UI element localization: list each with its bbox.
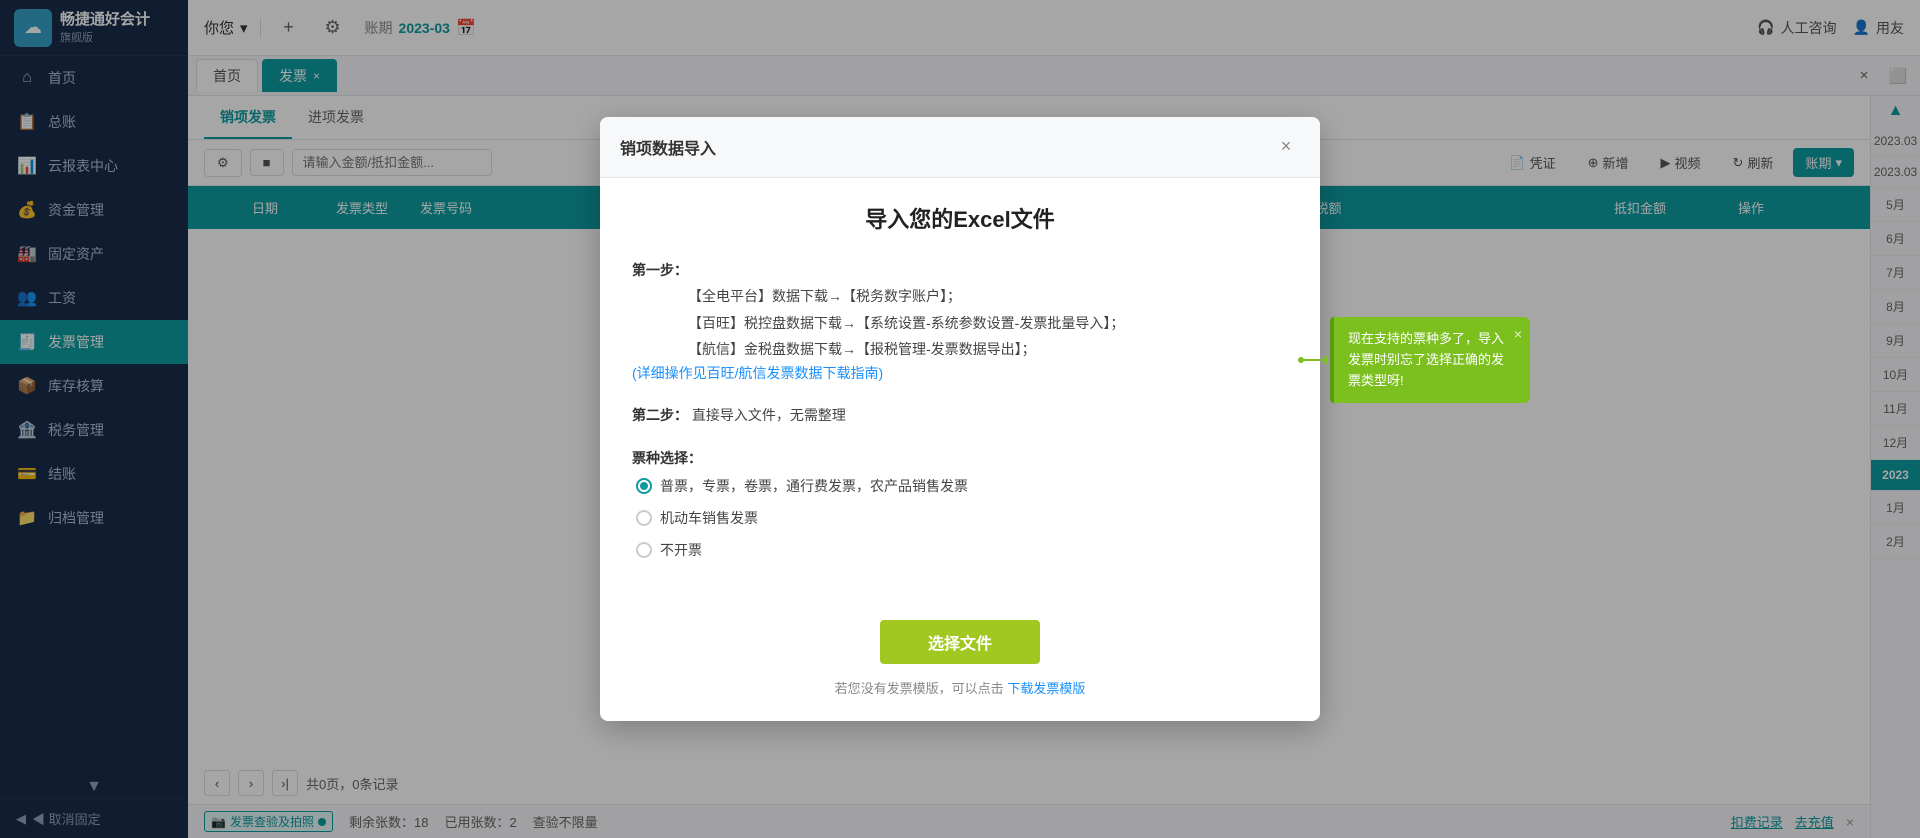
radio-circle-r2 (636, 510, 652, 526)
radio-label-r2: 机动车销售发票 (660, 508, 758, 528)
no-template-hint: 若您没有发票模版，可以点击 下载发票模版 (835, 678, 1086, 697)
radio-item-r1[interactable]: 普票，专票，卷票，通行费发票，农产品销售发票 (636, 476, 1288, 496)
step1-label: 第一步： (632, 262, 688, 278)
radio-label-r3: 不开票 (660, 540, 702, 560)
modal-footer: 选择文件 若您没有发票模版，可以点击 下载发票模版 (600, 604, 1320, 721)
download-template-link[interactable]: 下载发票模版 (1007, 681, 1085, 696)
modal-import: 销项数据导入 × 导入您的Excel文件 第一步： 【全电平台】数据下载→【税务… (600, 117, 1320, 721)
radio-item-r3[interactable]: 不开票 (636, 540, 1288, 560)
radio-group: 普票，专票，卷票，通行费发票，农产品销售发票机动车销售发票不开票 (636, 476, 1288, 560)
step1-line: 【百旺】税控盘数据下载→【系统设置-系统参数设置-发票批量导入】； (688, 310, 1288, 337)
ticket-section: 票种选择： 普票，专票，卷票，通行费发票，农产品销售发票机动车销售发票不开票 (632, 448, 1288, 560)
modal-overlay[interactable]: 销项数据导入 × 导入您的Excel文件 第一步： 【全电平台】数据下载→【税务… (0, 0, 1920, 838)
modal-body: 导入您的Excel文件 第一步： 【全电平台】数据下载→【税务数字账户】；【百旺… (600, 178, 1320, 604)
radio-item-r2[interactable]: 机动车销售发票 (636, 508, 1288, 528)
step1-line: 【全电平台】数据下载→【税务数字账户】； (688, 283, 1288, 310)
step2-label: 第二步： (632, 407, 688, 423)
step2-section: 第二步： 直接导入文件，无需整理 (632, 403, 1288, 428)
step1-line: 【航信】金税盘数据下载→【报税管理-发票数据导出】； (688, 336, 1288, 363)
modal-header: 销项数据导入 × (600, 117, 1320, 178)
tooltip-text: 现在支持的票种多了，导入发票时别忘了选择正确的发票类型呀! (1348, 331, 1504, 388)
radio-circle-r3 (636, 542, 652, 558)
tooltip-bubble: × 现在支持的票种多了，导入发票时别忘了选择正确的发票类型呀! (1330, 317, 1530, 403)
step2-content: 直接导入文件，无需整理 (692, 407, 846, 423)
modal-import-title: 导入您的Excel文件 (632, 202, 1288, 234)
step1-section: 第一步： 【全电平台】数据下载→【税务数字账户】；【百旺】税控盘数据下载→【系统… (632, 258, 1288, 383)
radio-label-r1: 普票，专票，卷票，通行费发票，农产品销售发票 (660, 476, 968, 496)
modal-title: 销项数据导入 (620, 135, 716, 159)
radio-circle-r1 (636, 478, 652, 494)
step1-guide-link[interactable]: (详细操作见百旺/航信发票数据下载指南) (632, 365, 883, 381)
tooltip-close-button[interactable]: × (1514, 323, 1522, 345)
select-file-button[interactable]: 选择文件 (880, 620, 1040, 664)
ticket-label: 票种选择： (632, 450, 702, 466)
tooltip-line (1304, 359, 1322, 361)
modal-close-button[interactable]: × (1272, 133, 1300, 161)
